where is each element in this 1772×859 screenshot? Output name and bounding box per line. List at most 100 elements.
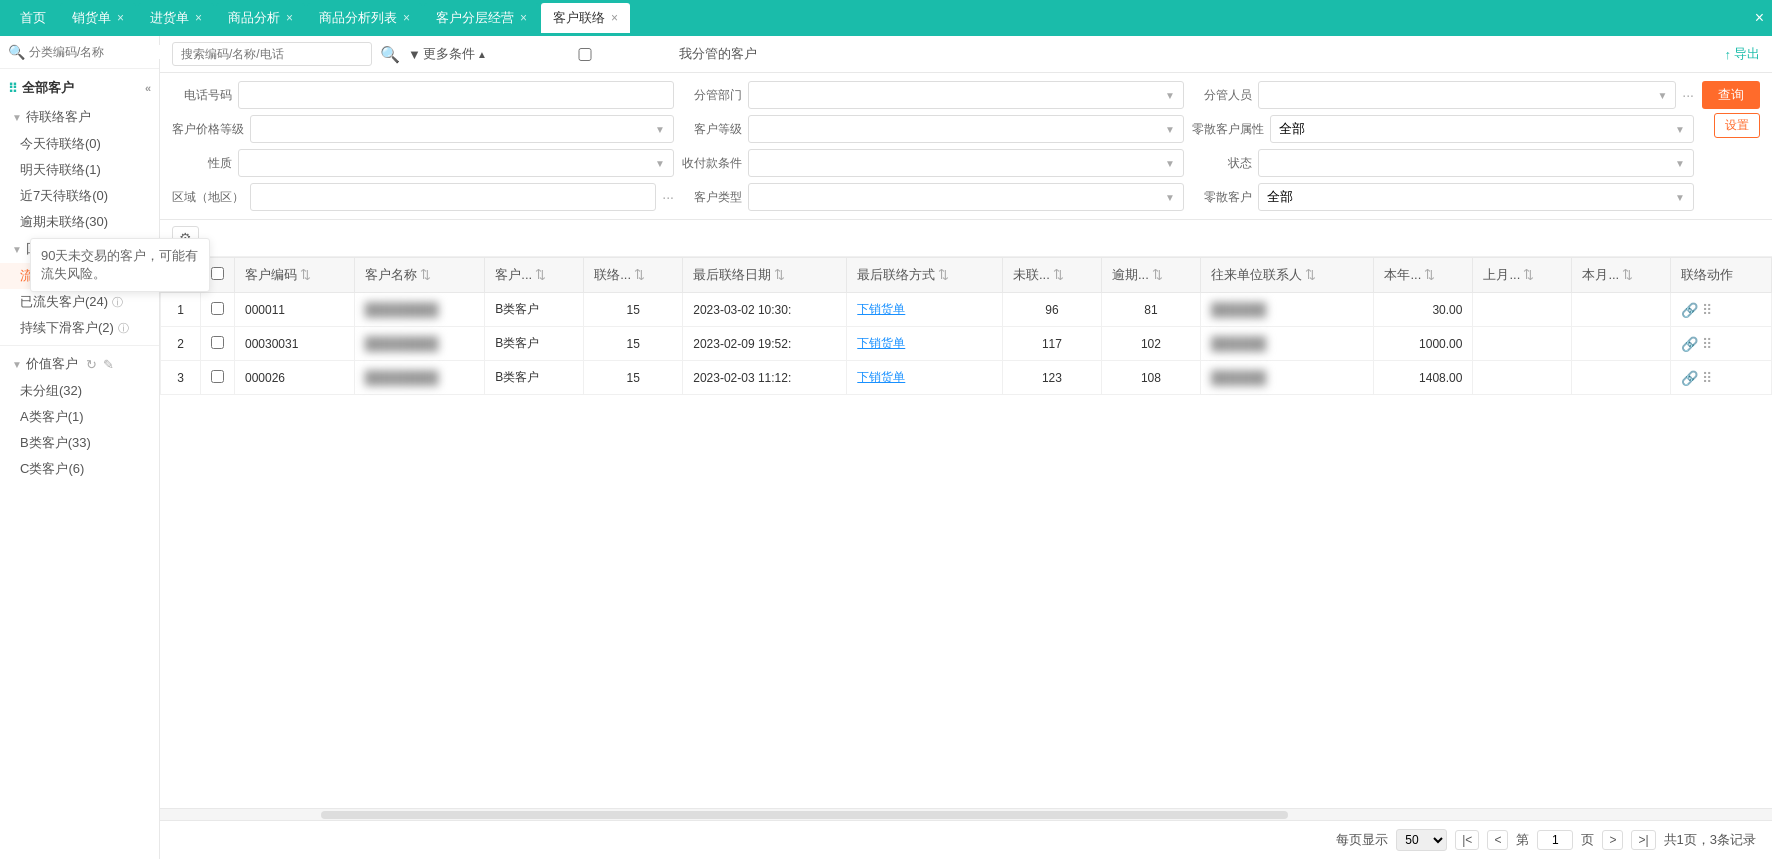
- col-last-month[interactable]: 上月...⇅: [1473, 258, 1572, 293]
- table-row: 2 00030031 ████████ B类客户 15 2023-02-09 1…: [161, 327, 1772, 361]
- export-btn[interactable]: ↑ 导出: [1725, 45, 1761, 63]
- next-page-btn[interactable]: >: [1602, 830, 1623, 850]
- row-checkbox[interactable]: [211, 336, 224, 349]
- sidebar-search-input[interactable]: [29, 45, 179, 59]
- scatter-attr-down-arrow: ▼: [1675, 124, 1685, 135]
- sidebar-group-value-title[interactable]: ▼ 价值客户 ↻ ✎: [0, 350, 159, 378]
- close-product-analysis-tab[interactable]: ×: [286, 11, 293, 25]
- export-icon: ↑: [1725, 47, 1732, 62]
- row-method[interactable]: 下销货单: [847, 361, 1003, 395]
- my-customers-checkbox[interactable]: [495, 48, 675, 61]
- col-type[interactable]: 客户...⇅: [485, 258, 584, 293]
- filter-price-level-select[interactable]: ▼: [250, 115, 674, 143]
- tab-sales[interactable]: 销货单 ×: [60, 3, 136, 33]
- col-unlink[interactable]: 未联...⇅: [1002, 258, 1101, 293]
- filter-customer-level-select[interactable]: ▼: [748, 115, 1184, 143]
- sidebar-item-classC[interactable]: C类客户(6): [0, 456, 159, 482]
- col-year-amount[interactable]: 本年...⇅: [1374, 258, 1473, 293]
- tab-customer-layered[interactable]: 客户分层经营 ×: [424, 3, 539, 33]
- sidebar-search-area: 🔍: [0, 36, 159, 69]
- col-contact[interactable]: 联络...⇅: [584, 258, 683, 293]
- select-all-checkbox[interactable]: [211, 267, 224, 280]
- all-customers-header[interactable]: ⠿ 全部客户 «: [0, 73, 159, 103]
- filter-payment-select[interactable]: ▼: [748, 149, 1184, 177]
- page-input[interactable]: [1537, 830, 1573, 850]
- row-checkbox[interactable]: [211, 370, 224, 383]
- filter-nature-select[interactable]: ▼: [238, 149, 674, 177]
- col-name-label: 客户名称: [365, 267, 417, 282]
- action-link-icon[interactable]: 🔗: [1681, 302, 1698, 318]
- sidebar-collapse-btn[interactable]: «: [145, 82, 151, 94]
- filter-nature: 性质 ▼: [172, 149, 674, 177]
- filter-scatter-attr-select[interactable]: 全部 ▼: [1270, 115, 1694, 143]
- sidebar-item-tomorrow[interactable]: 明天待联络(1): [0, 157, 159, 183]
- filter-person-select[interactable]: ▼: [1258, 81, 1676, 109]
- close-window-btn[interactable]: ×: [1755, 9, 1764, 27]
- col-overdue-label: 逾期...: [1112, 267, 1149, 282]
- sidebar-item-overdue[interactable]: 逾期未联络(30): [0, 209, 159, 235]
- filter-status-select[interactable]: ▼: [1258, 149, 1694, 177]
- filter-dept-select[interactable]: ▼: [748, 81, 1184, 109]
- filter-price-level-label: 客户价格等级: [172, 121, 244, 138]
- sidebar-item-today[interactable]: 今天待联络(0): [0, 131, 159, 157]
- sidebar-item-ungroup[interactable]: 未分组(32): [0, 378, 159, 404]
- prev-page-btn[interactable]: <: [1487, 830, 1508, 850]
- action-link-icon[interactable]: 🔗: [1681, 370, 1698, 386]
- col-contact-person[interactable]: 往来单位联系人⇅: [1200, 258, 1374, 293]
- sidebar-group-pending-title[interactable]: ▼ 待联络客户: [0, 103, 159, 131]
- tab-home[interactable]: 首页: [8, 3, 58, 33]
- close-customer-contact-tab[interactable]: ×: [611, 11, 618, 25]
- row-checkbox-cell[interactable]: [201, 327, 235, 361]
- value-edit-icon[interactable]: ✎: [103, 357, 114, 372]
- row-checkbox-cell[interactable]: [201, 361, 235, 395]
- value-refresh-icon[interactable]: ↻: [86, 357, 97, 372]
- filter-scatter-customer-select[interactable]: 全部 ▼: [1258, 183, 1694, 211]
- tab-product-analysis[interactable]: 商品分析 ×: [216, 3, 305, 33]
- my-customers-checkbox-label[interactable]: 我分管的客户: [495, 45, 757, 63]
- filter-phone-input[interactable]: [238, 81, 674, 109]
- sidebar-item-declining[interactable]: 持续下滑客户(2) ⓘ: [0, 315, 159, 341]
- close-purchase-tab[interactable]: ×: [195, 11, 202, 25]
- col-last-contact-date[interactable]: 最后联络日期⇅: [683, 258, 847, 293]
- action-menu-icon[interactable]: ⠿: [1702, 336, 1712, 352]
- table-scrollbar[interactable]: [321, 811, 1288, 819]
- query-button[interactable]: 查询: [1702, 81, 1760, 109]
- tab-customer-contact[interactable]: 客户联络 ×: [541, 3, 630, 33]
- close-sales-tab[interactable]: ×: [117, 11, 124, 25]
- row-checkbox-cell[interactable]: [201, 293, 235, 327]
- col-code[interactable]: 客户编码⇅: [235, 258, 355, 293]
- sort-icon-code: ⇅: [300, 267, 311, 282]
- settings-button[interactable]: 设置: [1714, 113, 1760, 138]
- arrow-icon-review: ▼: [12, 244, 22, 255]
- tab-product-analysis-list[interactable]: 商品分析列表 ×: [307, 3, 422, 33]
- close-customer-layered-tab[interactable]: ×: [520, 11, 527, 25]
- person-dots-btn[interactable]: ···: [1682, 87, 1694, 103]
- action-link-icon[interactable]: 🔗: [1681, 336, 1698, 352]
- tab-purchase[interactable]: 进货单 ×: [138, 3, 214, 33]
- per-page-select[interactable]: 50 20 100: [1396, 829, 1447, 851]
- filter-region-select[interactable]: [250, 183, 656, 211]
- tab-customer-layered-label: 客户分层经营: [436, 9, 514, 27]
- more-conditions-btn[interactable]: ▼ 更多条件 ▲: [408, 45, 487, 63]
- search-input[interactable]: [172, 42, 372, 66]
- action-menu-icon[interactable]: ⠿: [1702, 302, 1712, 318]
- region-dots-btn[interactable]: ···: [662, 189, 674, 205]
- last-page-btn[interactable]: >|: [1631, 830, 1655, 850]
- sidebar-item-classA[interactable]: A类客户(1): [0, 404, 159, 430]
- close-product-analysis-list-tab[interactable]: ×: [403, 11, 410, 25]
- col-last-contact-method[interactable]: 最后联络方式⇅: [847, 258, 1003, 293]
- action-menu-icon[interactable]: ⠿: [1702, 370, 1712, 386]
- sidebar-item-classB[interactable]: B类客户(33): [0, 430, 159, 456]
- col-overdue[interactable]: 逾期...⇅: [1101, 258, 1200, 293]
- row-method[interactable]: 下销货单: [847, 327, 1003, 361]
- row-method[interactable]: 下销货单: [847, 293, 1003, 327]
- sidebar-item-churned[interactable]: 已流失客户(24) ⓘ: [0, 289, 159, 315]
- first-page-btn[interactable]: |<: [1455, 830, 1479, 850]
- search-button[interactable]: 🔍: [380, 45, 400, 64]
- sidebar-item-7days[interactable]: 近7天待联络(0): [0, 183, 159, 209]
- col-this-month[interactable]: 本月...⇅: [1572, 258, 1671, 293]
- col-name[interactable]: 客户名称⇅: [354, 258, 484, 293]
- row-checkbox[interactable]: [211, 302, 224, 315]
- filter-customer-type-select[interactable]: ▼: [748, 183, 1184, 211]
- row-date: 2023-03-02 10:30:: [683, 293, 847, 327]
